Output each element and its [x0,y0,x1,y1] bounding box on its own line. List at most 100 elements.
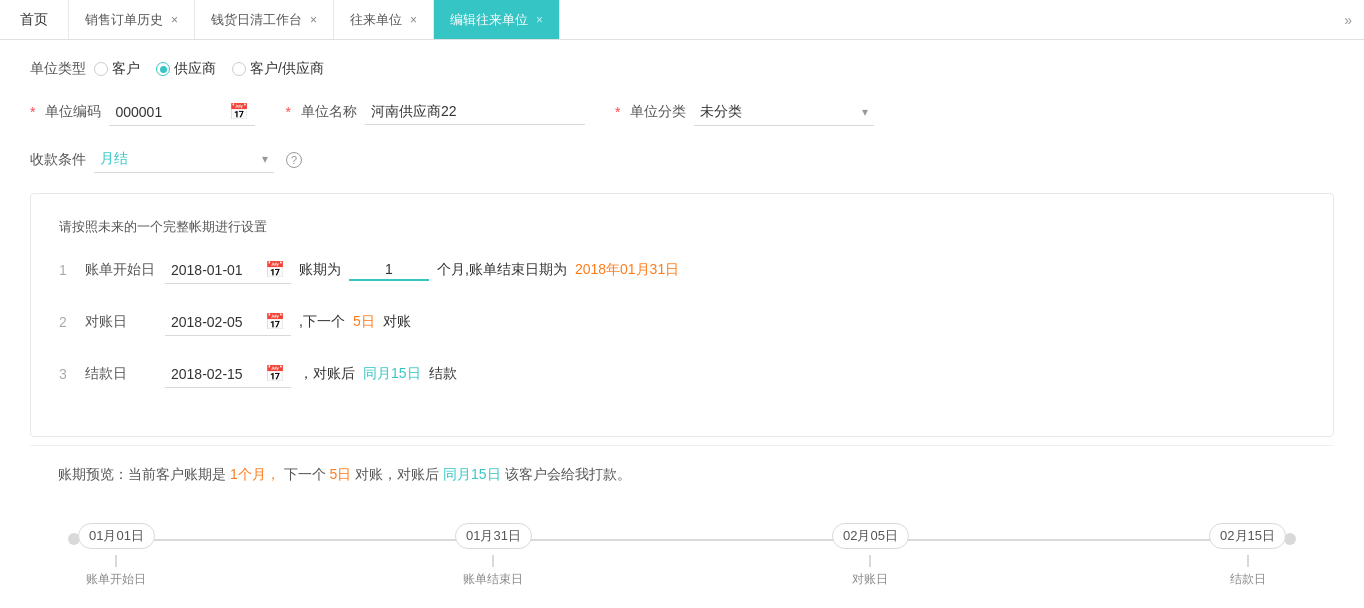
timeline-track: 01月01日 账单开始日 01月31日 账单结束日 02月05日 对账日 [78,523,1286,593]
timeline-node-2-sublabel: 账单结束日 [463,571,523,588]
payment-row: 收款条件 月结 ▾ ? [30,146,1334,173]
timeline-node-4: 02月15日 结款日 [1209,523,1286,588]
unit-code-icon[interactable]: 📅 [229,102,249,121]
timeline-nodes: 01月01日 账单开始日 01月31日 账单结束日 02月05日 对账日 [78,523,1286,588]
expand-icon: » [1344,12,1352,28]
unit-code-input-wrapper: 📅 [109,98,255,126]
payment-help-icon[interactable]: ? [286,152,302,168]
step-2-row: 2 对账日 📅 ,下一个 5日 对账 [59,308,1305,336]
radio-both[interactable]: 客户/供应商 [232,60,324,78]
unit-code-label: 单位编码 [45,103,101,121]
tab-sales-order-history[interactable]: 销售订单历史 × [69,0,195,39]
preview-middle: 下一个 [284,466,326,482]
step-3-date-input[interactable] [171,366,261,382]
tab-sales-close[interactable]: × [171,13,178,27]
step-1-date-wrapper: 📅 [165,256,291,284]
payment-dropdown-icon: ▾ [262,152,268,166]
unit-type-row: 单位类型 客户 供应商 客户/供应商 [30,60,1334,78]
unit-info-row: * 单位编码 📅 * 单位名称 * 单位分类 未分类 ▾ [30,98,1334,126]
step-2-calendar-icon[interactable]: 📅 [265,312,285,331]
unit-name-group: * 单位名称 [285,100,584,125]
unit-code-input[interactable] [115,104,225,120]
timeline-node-1-label: 01月01日 [78,523,155,549]
step-3-date-wrapper: 📅 [165,360,291,388]
tab-home[interactable]: 首页 [0,0,69,39]
unit-category-value: 未分类 [700,103,858,121]
radio-supplier[interactable]: 供应商 [156,60,216,78]
timeline-node-4-sublabel: 结款日 [1230,571,1266,588]
step-1-period-input[interactable] [349,259,429,281]
preview-middle2: 对账，对账后 [355,466,439,482]
timeline-node-1-sublabel: 账单开始日 [86,571,146,588]
payment-label: 收款条件 [30,151,86,169]
step-2-date-input[interactable] [171,314,261,330]
radio-group: 客户 供应商 客户/供应商 [94,60,324,78]
radio-customer-label: 客户 [112,60,140,78]
preview-text: 账期预览：当前客户账期是 1个月， 下一个 5日 对账，对账后 同月15日 该客… [58,466,631,482]
tab-sales-label: 销售订单历史 [85,11,163,29]
tab-expand-button[interactable]: » [1332,0,1364,39]
preview-highlight3: 同月15日 [443,466,501,482]
timeline-connector-2 [492,555,494,567]
radio-customer-circle [94,62,108,76]
step-3-highlight: 同月15日 [363,365,421,383]
step-1-date-input[interactable] [171,262,261,278]
unit-name-input[interactable] [365,100,585,125]
tab-cash-close[interactable]: × [310,13,317,27]
radio-both-label: 客户/供应商 [250,60,324,78]
step-1-period-label: 账期为 [299,261,341,279]
unit-type-label: 单位类型 [30,60,86,78]
step-2-label: 对账日 [85,313,165,331]
step-3-content: 📅 ，对账后 同月15日 结款 [165,360,457,388]
timeline-node-3-label: 02月05日 [832,523,909,549]
main-content: 单位类型 客户 供应商 客户/供应商 * 单位编码 [0,40,1364,608]
unit-category-select[interactable]: 未分类 ▾ [694,99,874,126]
tab-cash-work[interactable]: 钱货日清工作台 × [195,0,334,39]
step-1-number: 1 [59,262,85,278]
timeline-connector-1 [115,555,117,567]
preview-highlight2: 5日 [329,466,351,482]
timeline-node-3: 02月05日 对账日 [832,523,909,588]
step-3-number: 3 [59,366,85,382]
timeline-node-2: 01月31日 账单结束日 [455,523,532,588]
step-2-date-wrapper: 📅 [165,308,291,336]
unit-category-group: * 单位分类 未分类 ▾ [615,99,874,126]
timeline-node-3-sublabel: 对账日 [852,571,888,588]
timeline-node-1: 01月01日 账单开始日 [78,523,155,588]
timeline-connector-4 [1247,555,1249,567]
tab-counterpart[interactable]: 往来单位 × [334,0,434,39]
timeline-node-2-label: 01月31日 [455,523,532,549]
step-1-label: 账单开始日 [85,261,165,279]
step-1-calendar-icon[interactable]: 📅 [265,260,285,279]
unit-code-star: * [30,104,35,120]
radio-supplier-label: 供应商 [174,60,216,78]
unit-code-group: * 单位编码 📅 [30,98,255,126]
step-3-row: 3 结款日 📅 ，对账后 同月15日 结款 [59,360,1305,388]
payment-value: 月结 [100,150,258,168]
tab-edit-counterpart[interactable]: 编辑往来单位 × [434,0,560,39]
unit-category-star: * [615,104,620,120]
unit-name-label: 单位名称 [301,103,357,121]
step-3-suffix: 结款 [429,365,457,383]
tab-counterpart-close[interactable]: × [410,13,417,27]
tab-edit-label: 编辑往来单位 [450,11,528,29]
step-2-number: 2 [59,314,85,330]
unit-category-label: 单位分类 [630,103,686,121]
step-1-content: 📅 账期为 个月,账单结束日期为 2018年01月31日 [165,256,679,284]
step-1-period-end-date: 2018年01月31日 [575,261,679,279]
panel-hint: 请按照未来的一个完整帐期进行设置 [59,218,1305,236]
tab-counterpart-label: 往来单位 [350,11,402,29]
preview-prefix: 账期预览：当前客户账期是 [58,466,226,482]
radio-supplier-circle [156,62,170,76]
preview-highlight1: 1个月， [230,466,280,482]
payment-select[interactable]: 月结 ▾ [94,146,274,173]
unit-type-group: 单位类型 客户 供应商 客户/供应商 [30,60,324,78]
unit-name-star: * [285,104,290,120]
tab-edit-close[interactable]: × [536,13,543,27]
unit-category-dropdown-icon: ▾ [862,105,868,119]
step-3-calendar-icon[interactable]: 📅 [265,364,285,383]
tab-cash-label: 钱货日清工作台 [211,11,302,29]
radio-customer[interactable]: 客户 [94,60,140,78]
step-2-highlight: 5日 [353,313,375,331]
timeline-node-4-label: 02月15日 [1209,523,1286,549]
